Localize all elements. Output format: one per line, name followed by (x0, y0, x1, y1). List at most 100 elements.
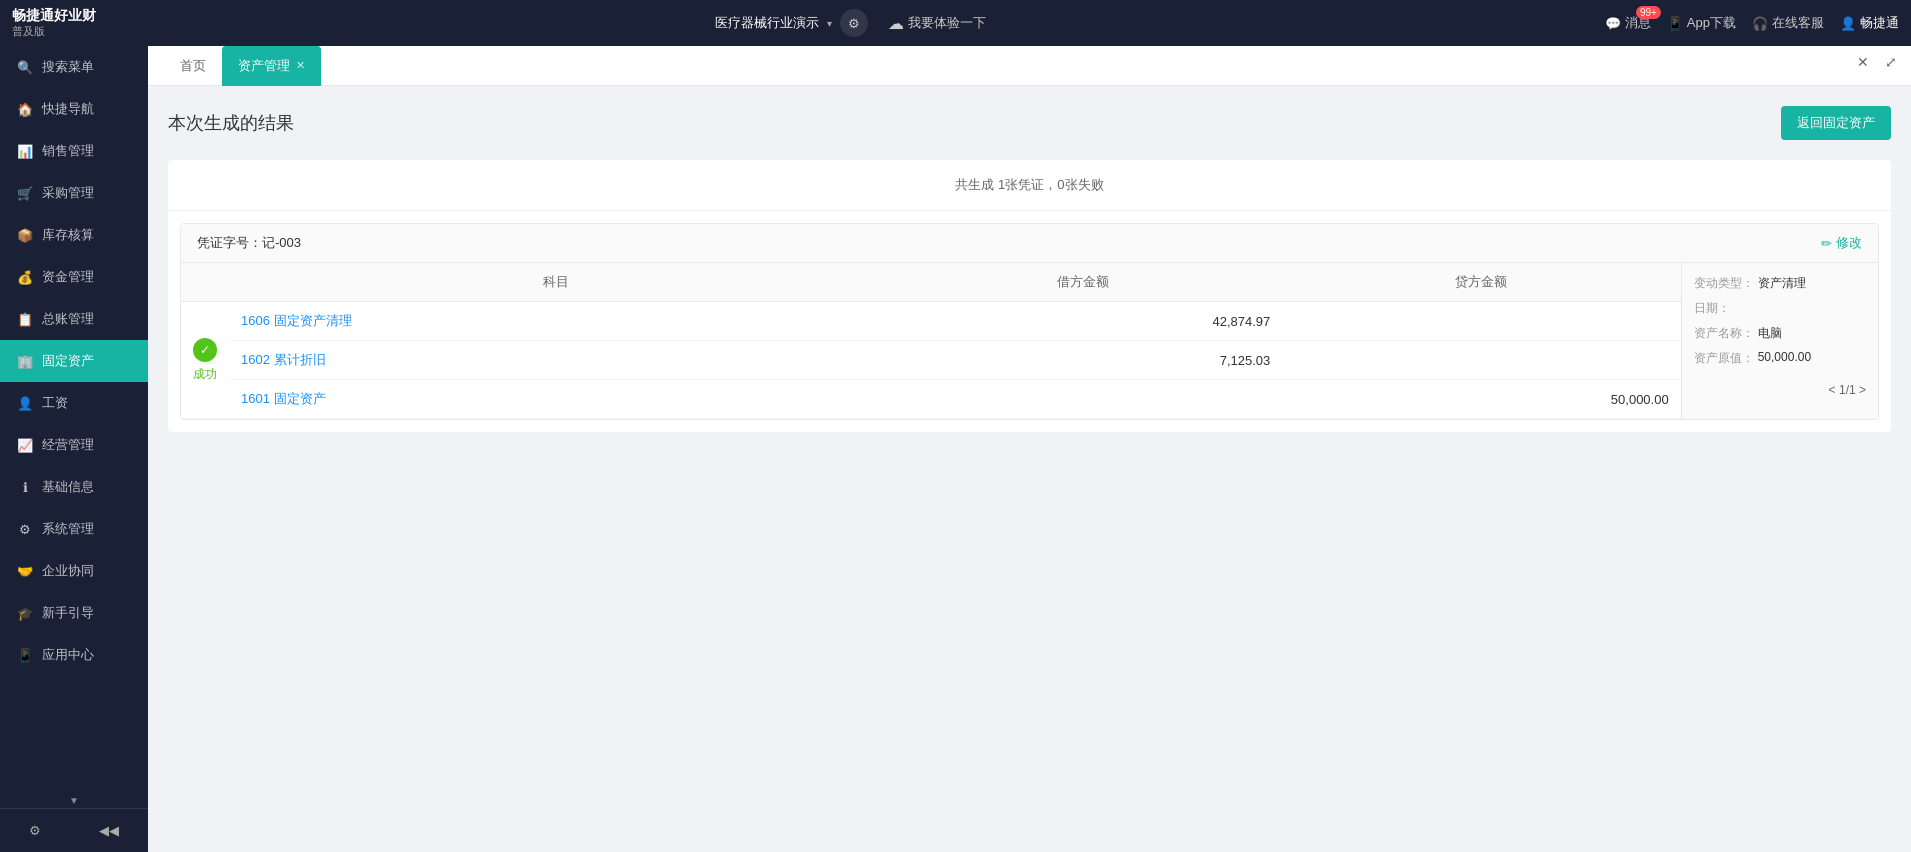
sidebar-label-general-ledger: 总账管理 (42, 310, 94, 328)
management-icon: 📈 (16, 436, 34, 454)
asset-value-row: 资产原值： 50,000.00 (1694, 350, 1866, 367)
top-header: 畅捷通好业财 普及版 医疗器械行业演示 ▾ ⚙ ☁ 我要体验一下 💬 消息 99… (0, 0, 1911, 46)
experience-button[interactable]: ☁ 我要体验一下 (888, 14, 986, 33)
change-type-value: 资产清理 (1758, 275, 1806, 292)
subject-cell-3[interactable]: 1601 固定资产 (229, 380, 884, 419)
close-panel-button[interactable]: ✕ (1851, 50, 1875, 74)
asset-value-label: 资产原值： (1694, 350, 1754, 367)
logo: 畅捷通好业财 普及版 (12, 7, 96, 39)
sidebar-scroll-down[interactable]: ▼ (69, 795, 79, 806)
asset-value-value: 50,000.00 (1758, 350, 1811, 364)
sidebar-label-sales: 销售管理 (42, 142, 94, 160)
sidebar-item-sales[interactable]: 📊 销售管理 (0, 130, 148, 172)
app-download-icon: 📱 (1667, 16, 1683, 31)
sidebar-label-search: 搜索菜单 (42, 58, 94, 76)
sidebar-collapse-button[interactable]: ◀◀ (93, 817, 125, 844)
sidebar-item-quick-nav[interactable]: 🏠 快捷导航 (0, 88, 148, 130)
sidebar-item-management[interactable]: 📈 经营管理 (0, 424, 148, 466)
sidebar-item-app-center[interactable]: 📱 应用中心 (0, 634, 148, 676)
search-icon: 🔍 (16, 58, 34, 76)
debit-cell-2: 7,125.03 (884, 341, 1282, 380)
sidebar-bottom: ⚙ ◀◀ (0, 808, 148, 852)
credit-cell-3: 50,000.00 (1282, 380, 1680, 419)
app-center-icon: 📱 (16, 646, 34, 664)
app-download-button[interactable]: 📱 App下载 (1667, 14, 1736, 32)
sidebar-settings-button[interactable]: ⚙ (23, 817, 47, 844)
ledger-icon: 📋 (16, 310, 34, 328)
table-row: ✓ 成功 1606 固定资产清理 42,874.97 (181, 302, 1681, 341)
experience-label: 我要体验一下 (908, 14, 986, 32)
sidebar-item-inventory[interactable]: 📦 库存核算 (0, 214, 148, 256)
basic-info-icon: ℹ (16, 478, 34, 496)
sidebar-scroll: 🔍 搜索菜单 🏠 快捷导航 📊 销售管理 🛒 采购管理 📦 库存核算 💰 (0, 46, 148, 793)
tab-close-icon[interactable]: ✕ (296, 59, 305, 72)
sidebar-item-purchase[interactable]: 🛒 采购管理 (0, 172, 148, 214)
sidebar-item-general-ledger[interactable]: 📋 总账管理 (0, 298, 148, 340)
debit-cell-3 (884, 380, 1282, 419)
main-layout: 🔍 搜索菜单 🏠 快捷导航 📊 销售管理 🛒 采购管理 📦 库存核算 💰 (0, 46, 1911, 852)
subject-cell-1[interactable]: 1606 固定资产清理 (229, 302, 884, 341)
message-button[interactable]: 💬 消息 99+ (1605, 14, 1651, 32)
company-settings-button[interactable]: ⚙ (840, 9, 868, 37)
inventory-icon: 📦 (16, 226, 34, 244)
sidebar-item-salary[interactable]: 👤 工资 (0, 382, 148, 424)
app-edition: 普及版 (12, 24, 96, 39)
debit-cell-1: 42,874.97 (884, 302, 1282, 341)
sidebar-item-search[interactable]: 🔍 搜索菜单 (0, 46, 148, 88)
edit-icon: ✏ (1821, 236, 1832, 251)
sidebar-item-funds[interactable]: 💰 资金管理 (0, 256, 148, 298)
tab-asset-management-label: 资产管理 (238, 57, 290, 75)
voucher-number: 凭证字号：记-003 (197, 234, 301, 252)
sidebar-label-fixed-assets: 固定资产 (42, 352, 94, 370)
col-subject: 科目 (229, 263, 884, 302)
page-title: 本次生成的结果 (168, 111, 294, 135)
success-text: 成功 (193, 366, 217, 383)
pagination-prev[interactable]: < (1829, 383, 1836, 397)
voucher-block: 凭证字号：记-003 ✏ 修改 科目 借方金 (180, 223, 1879, 420)
sidebar-item-fixed-assets[interactable]: 🏢 固定资产 (0, 340, 148, 382)
pagination-next[interactable]: > (1859, 383, 1866, 397)
tab-home-label: 首页 (180, 57, 206, 75)
sidebar-label-quick-nav: 快捷导航 (42, 100, 94, 118)
col-status (181, 263, 229, 302)
edit-voucher-button[interactable]: ✏ 修改 (1821, 234, 1862, 252)
sidebar-item-system[interactable]: ⚙ 系统管理 (0, 508, 148, 550)
company-name: 医疗器械行业演示 (715, 14, 819, 32)
tab-home[interactable]: 首页 (164, 46, 222, 86)
result-summary: 共生成 1张凭证，0张失败 (168, 160, 1891, 211)
tab-asset-management[interactable]: 资产管理 ✕ (222, 46, 321, 86)
success-checkmark-icon: ✓ (193, 338, 217, 362)
back-to-fixed-assets-button[interactable]: 返回固定资产 (1781, 106, 1891, 140)
sidebar-label-inventory: 库存核算 (42, 226, 94, 244)
top-right-actions: 💬 消息 99+ 📱 App下载 🎧 在线客服 👤 畅捷通 (1605, 14, 1899, 32)
tab-bar: 首页 资产管理 ✕ (148, 46, 1911, 86)
online-service-button[interactable]: 🎧 在线客服 (1752, 14, 1824, 32)
sidebar-item-guide[interactable]: 🎓 新手引导 (0, 592, 148, 634)
sidebar-label-app-center: 应用中心 (42, 646, 94, 664)
col-credit: 贷方金额 (1282, 263, 1680, 302)
sidebar-label-guide: 新手引导 (42, 604, 94, 622)
sidebar: 🔍 搜索菜单 🏠 快捷导航 📊 销售管理 🛒 采购管理 📦 库存核算 💰 (0, 46, 148, 852)
subject-cell-2[interactable]: 1602 累计折旧 (229, 341, 884, 380)
app-name: 畅捷通好业财 (12, 7, 96, 24)
sidebar-item-enterprise[interactable]: 🤝 企业协同 (0, 550, 148, 592)
voucher-header: 凭证字号：记-003 ✏ 修改 (181, 224, 1878, 263)
asset-name-row: 资产名称： 电脑 (1694, 325, 1866, 342)
user-profile[interactable]: 👤 畅捷通 (1840, 14, 1899, 32)
salary-icon: 👤 (16, 394, 34, 412)
sales-icon: 📊 (16, 142, 34, 160)
enterprise-icon: 🤝 (16, 562, 34, 580)
app-download-label: App下载 (1687, 14, 1736, 32)
page-header: 本次生成的结果 返回固定资产 (168, 106, 1891, 140)
maximize-panel-button[interactable]: ⤢ (1879, 50, 1903, 74)
logo-area: 畅捷通好业财 普及版 (12, 7, 96, 39)
company-selector[interactable]: 医疗器械行业演示 ▾ ⚙ ☁ 我要体验一下 (715, 9, 986, 37)
home-icon: 🏠 (16, 100, 34, 118)
funds-icon: 💰 (16, 268, 34, 286)
user-name: 畅捷通 (1860, 14, 1899, 32)
sidebar-item-basic-info[interactable]: ℹ 基础信息 (0, 466, 148, 508)
sidebar-label-enterprise: 企业协同 (42, 562, 94, 580)
sidebar-label-salary: 工资 (42, 394, 68, 412)
table-row: 1602 累计折旧 7,125.03 (181, 341, 1681, 380)
sidebar-label-purchase: 采购管理 (42, 184, 94, 202)
